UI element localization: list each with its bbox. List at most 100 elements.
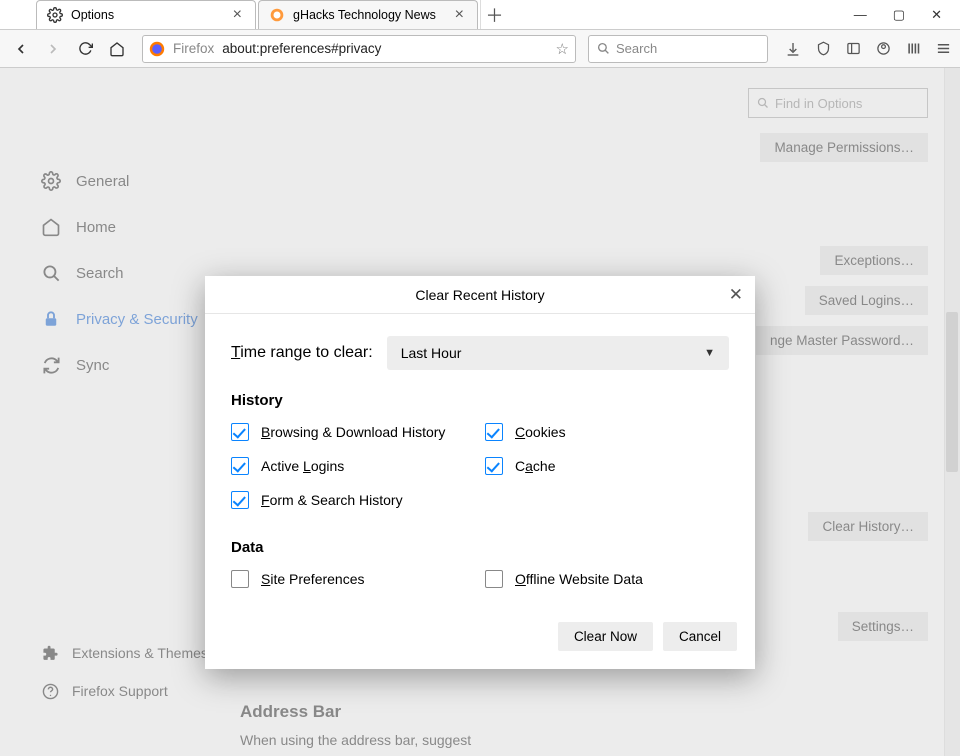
gear-icon bbox=[40, 170, 62, 192]
time-range-select[interactable]: Last Hour ▼ bbox=[387, 336, 729, 370]
history-group-heading: History bbox=[231, 392, 729, 409]
checkbox-label: Active Logins bbox=[261, 458, 344, 474]
nav-search[interactable]: Search bbox=[40, 250, 230, 296]
clear-history-dialog: Clear Recent History ✕ Time range to cle… bbox=[205, 276, 755, 669]
account-icon[interactable] bbox=[874, 41, 892, 57]
clear-history-button[interactable]: Clear History… bbox=[808, 512, 928, 541]
lock-icon bbox=[40, 308, 62, 330]
chevron-down-icon: ▼ bbox=[704, 347, 715, 359]
preferences-sidebar: General Home Search Privacy & Security S… bbox=[0, 68, 230, 756]
menu-icon[interactable] bbox=[934, 41, 952, 57]
checkbox-label: Offline Website Data bbox=[515, 571, 643, 587]
tab-strip: Options × gHacks Technology News × ＋ bbox=[0, 0, 836, 29]
window-titlebar: Options × gHacks Technology News × ＋ — ▢… bbox=[0, 0, 960, 30]
url-text: about:preferences#privacy bbox=[222, 41, 547, 56]
dialog-title: Clear Recent History bbox=[415, 287, 544, 303]
puzzle-icon bbox=[40, 642, 60, 664]
checkbox-offline-data[interactable]: Offline Website Data bbox=[485, 562, 729, 596]
close-button[interactable]: ✕ bbox=[931, 7, 942, 23]
sync-icon bbox=[40, 354, 62, 376]
nav-general[interactable]: General bbox=[40, 158, 230, 204]
dialog-close-icon[interactable]: ✕ bbox=[729, 285, 743, 305]
data-group-heading: Data bbox=[231, 539, 729, 556]
saved-logins-button[interactable]: Saved Logins… bbox=[805, 286, 928, 315]
checkbox-cookies[interactable]: Cookies bbox=[485, 415, 729, 449]
search-icon bbox=[40, 262, 62, 284]
checkbox-icon bbox=[231, 570, 249, 588]
cancel-button[interactable]: Cancel bbox=[663, 622, 737, 651]
address-bar-heading: Address Bar bbox=[240, 702, 471, 722]
checkbox-label: Cookies bbox=[515, 424, 566, 440]
time-range-label: Time range to clear: bbox=[231, 344, 373, 362]
checkbox-label: Form & Search History bbox=[261, 492, 403, 508]
gear-icon bbox=[47, 7, 63, 23]
downloads-icon[interactable] bbox=[784, 41, 802, 57]
window-controls: — ▢ ✕ bbox=[836, 0, 960, 29]
checkbox-icon bbox=[231, 457, 249, 475]
bookmark-star-icon[interactable]: ☆ bbox=[556, 40, 569, 58]
checkbox-icon bbox=[485, 457, 503, 475]
nav-label: Privacy & Security bbox=[76, 311, 198, 328]
tab-close-icon[interactable]: × bbox=[230, 6, 245, 24]
home-button[interactable] bbox=[104, 36, 130, 62]
reload-button[interactable] bbox=[72, 36, 98, 62]
search-bar[interactable]: Search bbox=[588, 35, 768, 63]
checkbox-icon bbox=[231, 491, 249, 509]
nav-label: General bbox=[76, 173, 129, 190]
address-bar[interactable]: Firefox about:preferences#privacy ☆ bbox=[142, 35, 576, 63]
checkbox-label: Browsing & Download History bbox=[261, 424, 445, 440]
tab-ghacks[interactable]: gHacks Technology News × bbox=[258, 0, 478, 29]
new-tab-button[interactable]: ＋ bbox=[480, 0, 508, 29]
forward-button[interactable] bbox=[40, 36, 66, 62]
checkbox-active-logins[interactable]: Active Logins bbox=[231, 449, 475, 483]
nav-home[interactable]: Home bbox=[40, 204, 230, 250]
library-icon[interactable] bbox=[904, 41, 922, 57]
shield-icon[interactable] bbox=[814, 41, 832, 57]
checkbox-browsing-history[interactable]: Browsing & Download History bbox=[231, 415, 475, 449]
tab-close-icon[interactable]: × bbox=[452, 6, 467, 24]
checkbox-label: Site Preferences bbox=[261, 571, 365, 587]
firefox-icon bbox=[149, 41, 165, 57]
find-placeholder: Find in Options bbox=[775, 96, 862, 111]
toolbar-icons bbox=[784, 41, 952, 57]
nav-label: Firefox Support bbox=[72, 683, 168, 699]
manage-permissions-button[interactable]: Manage Permissions… bbox=[760, 133, 928, 162]
vertical-scrollbar[interactable] bbox=[944, 68, 960, 756]
checkbox-cache[interactable]: Cache bbox=[485, 449, 729, 483]
nav-label: Home bbox=[76, 219, 116, 236]
clear-now-button[interactable]: Clear Now bbox=[558, 622, 653, 651]
checkbox-icon bbox=[485, 423, 503, 441]
nav-privacy-security[interactable]: Privacy & Security bbox=[40, 296, 230, 342]
identity-label: Firefox bbox=[173, 41, 214, 56]
checkbox-site-preferences[interactable]: Site Preferences bbox=[231, 562, 475, 596]
scroll-thumb[interactable] bbox=[946, 312, 958, 472]
back-button[interactable] bbox=[8, 36, 34, 62]
search-placeholder: Search bbox=[616, 41, 657, 56]
site-favicon bbox=[269, 7, 285, 23]
search-icon bbox=[597, 42, 610, 55]
home-icon bbox=[40, 216, 62, 238]
minimize-button[interactable]: — bbox=[854, 7, 867, 22]
tab-label: Options bbox=[71, 8, 114, 22]
find-in-options[interactable]: Find in Options bbox=[748, 88, 928, 118]
checkbox-form-history[interactable]: Form & Search History bbox=[231, 483, 475, 517]
nav-extensions[interactable]: Extensions & Themes bbox=[40, 634, 208, 672]
nav-label: Sync bbox=[76, 357, 109, 374]
exceptions-button[interactable]: Exceptions… bbox=[820, 246, 928, 275]
nav-label: Extensions & Themes bbox=[72, 645, 208, 661]
content-viewport: General Home Search Privacy & Security S… bbox=[0, 68, 960, 756]
nav-label: Search bbox=[76, 265, 124, 282]
question-icon bbox=[40, 680, 60, 702]
dialog-header: Clear Recent History ✕ bbox=[205, 276, 755, 314]
change-master-password-button[interactable]: nge Master Password… bbox=[756, 326, 928, 355]
tab-options[interactable]: Options × bbox=[36, 0, 256, 29]
settings-button[interactable]: Settings… bbox=[838, 612, 928, 641]
nav-toolbar: Firefox about:preferences#privacy ☆ Sear… bbox=[0, 30, 960, 68]
nav-sync[interactable]: Sync bbox=[40, 342, 230, 388]
tab-label: gHacks Technology News bbox=[293, 8, 436, 22]
search-icon bbox=[757, 97, 769, 109]
nav-support[interactable]: Firefox Support bbox=[40, 672, 208, 710]
checkbox-label: Cache bbox=[515, 458, 556, 474]
maximize-button[interactable]: ▢ bbox=[893, 7, 905, 23]
sidebar-toggle-icon[interactable] bbox=[844, 41, 862, 57]
